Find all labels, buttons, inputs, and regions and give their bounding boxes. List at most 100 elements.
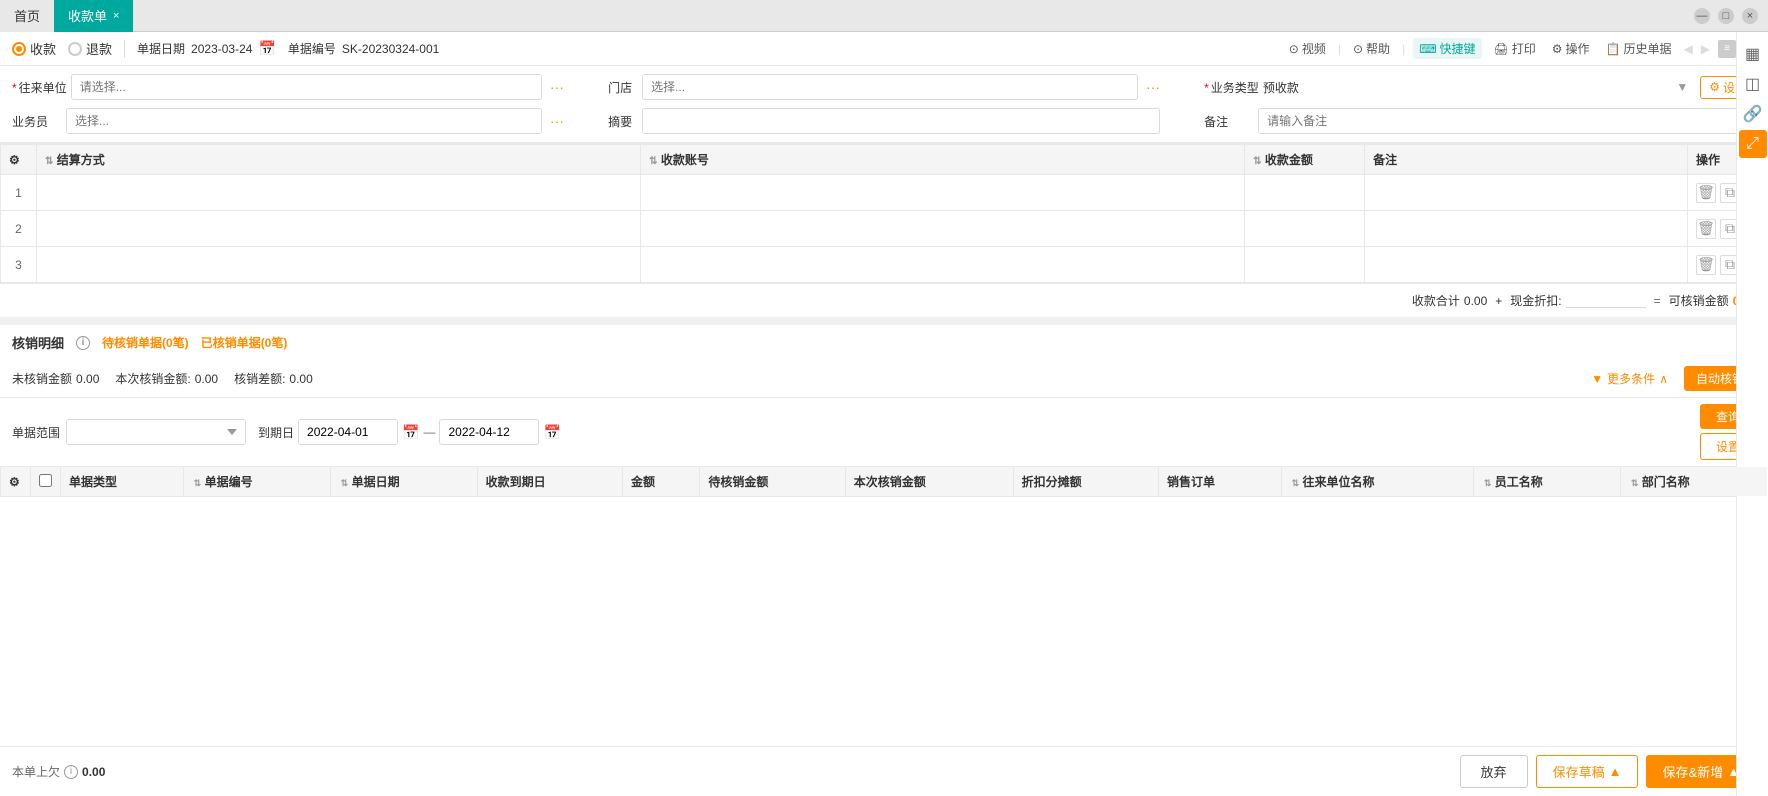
col-due-date-header: 收款到期日 <box>477 467 622 497</box>
total-item: 收款合计 0.00 <box>1412 292 1487 309</box>
salesperson-input[interactable] <box>66 108 542 134</box>
footer-info: 本单上欠 i 0.00 <box>12 763 105 780</box>
note-3[interactable] <box>1365 247 1688 283</box>
sidebar-link-icon[interactable]: 🔗 <box>1739 100 1767 128</box>
date-from-input[interactable] <box>298 419 398 445</box>
close-button[interactable]: × <box>1742 8 1758 24</box>
settings-gear-icon: ⚙ <box>1709 80 1720 94</box>
business-type-arrow[interactable]: ▼ <box>1676 80 1688 94</box>
col-dept-label: 部门名称 <box>1642 475 1690 489</box>
delete-row-2-icon[interactable]: 🗑 <box>1696 219 1716 239</box>
note-2[interactable] <box>1365 211 1688 247</box>
main-table-area: ⚙ ⇅ 结算方式 ⇅ 收款账号 ⇅ 收款金额 备注 <box>0 143 1768 283</box>
form-row-1: 往来单位 ··· 门店 ··· 业务类型 预收款 ▼ ⚙ 设置 <box>12 74 1756 100</box>
doc-date-label: 单据日期 <box>137 40 185 57</box>
stats-row: 未核销金额 0.00 本次核销金额: 0.00 核销差额: 0.00 ▼ 更多条… <box>0 360 1768 397</box>
top-toolbar: 收款 退款 单据日期 2023-03-24 📅 单据编号 SK-20230324… <box>0 32 1768 66</box>
note-label: 备注 <box>1204 113 1254 130</box>
equals-sign: = <box>1654 294 1661 308</box>
abandon-button[interactable]: 放弃 <box>1460 755 1528 788</box>
date-to-calendar-icon[interactable]: 📅 <box>543 424 560 441</box>
row-num-1: 1 <box>1 175 37 211</box>
doc-date-calendar-icon[interactable]: 📅 <box>258 40 275 57</box>
col-settings-bottom-icon[interactable]: ⚙ <box>9 475 20 489</box>
help-button[interactable]: ⊙ 帮助 <box>1349 38 1394 59</box>
done-tab-link[interactable]: 已核销单据(0笔) <box>201 334 288 351</box>
radio-receipt[interactable]: 收款 <box>12 39 56 58</box>
col-settlement-label: 结算方式 <box>57 153 105 167</box>
footer-info-icon[interactable]: i <box>64 765 78 779</box>
sidebar-expand-icon[interactable]: ⤢ <box>1739 130 1767 158</box>
amount-1[interactable] <box>1245 175 1365 211</box>
total-label: 收款合计 <box>1412 292 1460 309</box>
counterpart-input[interactable] <box>71 74 542 100</box>
minimize-button[interactable]: — <box>1694 8 1710 24</box>
salesperson-more-icon[interactable]: ··· <box>550 113 564 129</box>
radio-refund[interactable]: 退款 <box>68 39 112 58</box>
counterpart-more-icon[interactable]: ··· <box>550 79 564 95</box>
settlement-3[interactable] <box>37 247 641 283</box>
sidebar-doc-icon[interactable]: ◫ <box>1739 70 1767 98</box>
section-divider <box>0 317 1768 325</box>
amount-3[interactable] <box>1245 247 1365 283</box>
doc-date-field: 单据日期 2023-03-24 📅 <box>137 40 276 57</box>
tab-home[interactable]: 首页 <box>0 0 54 32</box>
store-more-icon[interactable]: ··· <box>1146 79 1160 95</box>
video-button[interactable]: ⊙ 视频 <box>1285 38 1330 59</box>
tab-receipt[interactable]: 收款单 × <box>54 0 133 32</box>
col-discount-header: 折扣分摊额 <box>1013 467 1158 497</box>
range-select[interactable] <box>66 419 246 445</box>
maximize-button[interactable]: □ <box>1718 8 1734 24</box>
col-settlement-header: ⇅ 结算方式 <box>37 145 641 175</box>
delete-row-3-icon[interactable]: 🗑 <box>1696 255 1716 275</box>
discount-input[interactable] <box>1566 293 1646 308</box>
store-input[interactable] <box>642 74 1138 100</box>
form-area: 往来单位 ··· 门店 ··· 业务类型 预收款 ▼ ⚙ 设置 <box>0 66 1768 143</box>
summary-field: 摘要 <box>608 108 1160 134</box>
print-button[interactable]: 🖨 打印 <box>1490 38 1540 59</box>
business-type-value: 预收款 <box>1263 79 1299 96</box>
settlement-1[interactable] <box>37 175 641 211</box>
settlement-2[interactable] <box>37 211 641 247</box>
account-2[interactable] <box>641 211 1245 247</box>
pending-tab-link[interactable]: 待核销单据(0笔) <box>102 334 189 351</box>
footer: 本单上欠 i 0.00 放弃 保存草稿 ▲ 保存&新增 ▲ <box>0 746 1768 796</box>
operation-button[interactable]: ⚙ 操作 <box>1548 38 1594 59</box>
note-input[interactable] <box>1258 108 1756 134</box>
layout-list-icon[interactable]: ≡ <box>1718 40 1736 58</box>
tab-close-icon[interactable]: × <box>113 10 119 22</box>
col-settings-header[interactable]: ⚙ <box>1 145 37 175</box>
video-icon: ⊙ <box>1289 42 1299 56</box>
delete-row-1-icon[interactable]: 🗑 <box>1696 183 1716 203</box>
amount-2[interactable] <box>1245 211 1365 247</box>
col-sales-order-header: 销售订单 <box>1158 467 1281 497</box>
info-symbol: i <box>70 766 72 777</box>
select-all-checkbox[interactable] <box>39 474 52 487</box>
more-conditions-button[interactable]: ▼ 更多条件 ∧ <box>1591 370 1668 387</box>
tab-bar: 首页 收款单 × — □ × <box>0 0 1768 32</box>
col-doc-no-header: ⇅ 单据编号 <box>183 467 330 497</box>
col-doc-date-label: 单据日期 <box>352 475 400 489</box>
operation-icon: ⚙ <box>1552 42 1563 56</box>
bottom-table: ⚙ 单据类型 ⇅ 单据编号 ⇅ <box>0 466 1768 497</box>
table-row: 3 🗑 ⧉ <box>1 247 1768 283</box>
account-1[interactable] <box>641 175 1245 211</box>
shortcut-button[interactable]: ⌨ 快捷键 <box>1413 38 1481 59</box>
this-order-label: 本单上欠 <box>12 763 60 780</box>
date-to-input[interactable] <box>439 419 539 445</box>
account-3[interactable] <box>641 247 1245 283</box>
col-doc-no-label: 单据编号 <box>205 475 253 489</box>
col-dept-header: ⇅ 部门名称 <box>1620 467 1767 497</box>
col-discount-label: 折扣分摊额 <box>1022 475 1082 489</box>
col-this-verify-header: 本次核销金额 <box>845 467 1013 497</box>
col-doc-date-header: ⇅ 单据日期 <box>330 467 477 497</box>
note-1[interactable] <box>1365 175 1688 211</box>
history-button[interactable]: 📋 历史单据 <box>1602 38 1676 59</box>
history-label: 历史单据 <box>1624 40 1672 57</box>
summary-input[interactable] <box>642 108 1160 134</box>
draft-button[interactable]: 保存草稿 ▲ <box>1536 755 1639 788</box>
verify-info-icon[interactable]: i <box>76 336 90 350</box>
salesperson-label: 业务员 <box>12 113 62 130</box>
sidebar-table-icon[interactable]: ▦ <box>1739 40 1767 68</box>
date-from-calendar-icon[interactable]: 📅 <box>402 424 419 441</box>
